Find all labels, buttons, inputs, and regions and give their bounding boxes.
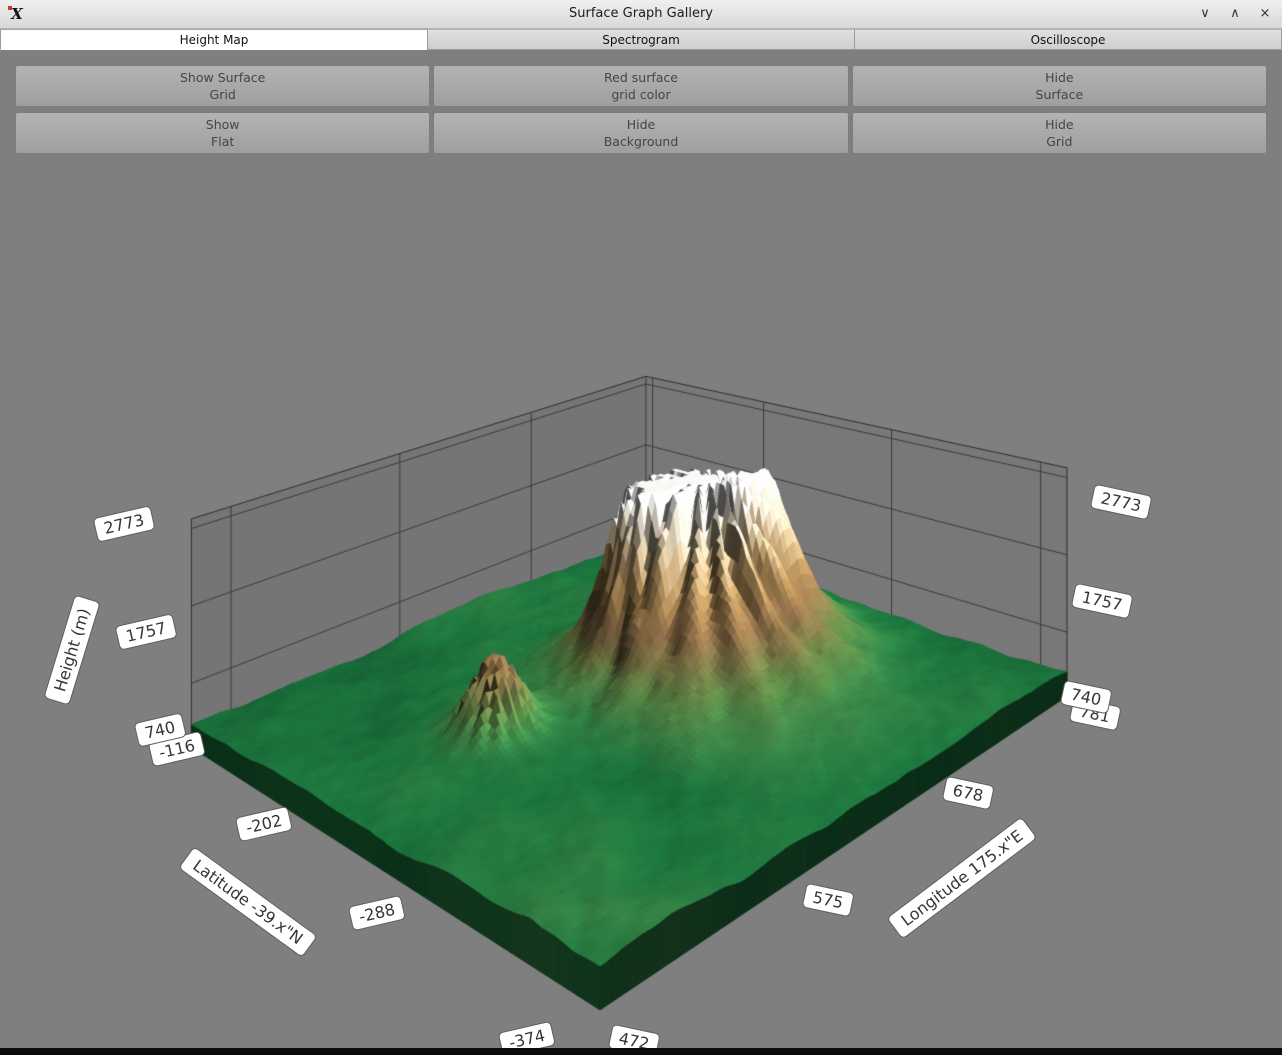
toggle-surface-grid-button[interactable]: Show Surface Grid (15, 65, 430, 107)
button-label: grid color (611, 87, 670, 103)
window-bottom-edge (0, 1048, 1282, 1055)
tab-bar: Height Map Spectrogram Oscilloscope (0, 29, 1282, 50)
button-label: Background (604, 134, 679, 150)
button-label: Grid (210, 87, 236, 103)
button-label: Show Surface (180, 70, 265, 86)
button-label: Hide (627, 117, 656, 133)
maximize-button[interactable]: ∧ (1226, 4, 1244, 24)
titlebar: X Surface Graph Gallery ∨ ∧ × (0, 0, 1282, 29)
tab-oscilloscope[interactable]: Oscilloscope (854, 29, 1282, 50)
button-label: Show (206, 117, 240, 133)
surface-grid-color-button[interactable]: Red surface grid color (433, 65, 848, 107)
window-controls: ∨ ∧ × (1196, 0, 1274, 28)
button-label: Hide (1045, 70, 1074, 86)
button-label: Hide (1045, 117, 1074, 133)
toggle-grid-button[interactable]: Hide Grid (852, 112, 1267, 154)
window-title: Surface Graph Gallery (0, 0, 1282, 28)
toggle-background-button[interactable]: Hide Background (433, 112, 848, 154)
button-label: Flat (211, 134, 234, 150)
button-label: Red surface (604, 70, 678, 86)
button-label: Grid (1046, 134, 1072, 150)
toggle-flat-button[interactable]: Show Flat (15, 112, 430, 154)
close-button[interactable]: × (1256, 4, 1274, 24)
tab-height-map[interactable]: Height Map (0, 29, 428, 50)
button-label: Surface (1036, 87, 1084, 103)
tab-spectrogram[interactable]: Spectrogram (427, 29, 855, 50)
toggle-surface-button[interactable]: Hide Surface (852, 65, 1267, 107)
app-window: X Surface Graph Gallery ∨ ∧ × Height Map… (0, 0, 1282, 1055)
controls-grid: Show Surface Grid Red surface grid color… (15, 65, 1267, 154)
surface-plot: 27731757-116740Height (m)-202-288-374Lat… (0, 158, 1282, 1055)
minimize-button[interactable]: ∨ (1196, 4, 1214, 24)
